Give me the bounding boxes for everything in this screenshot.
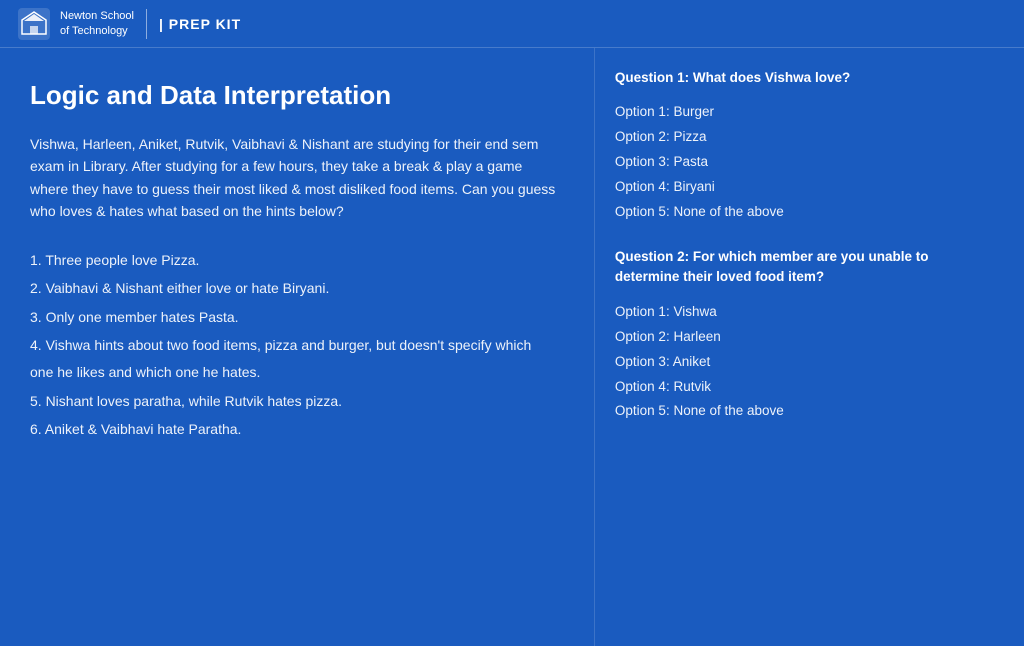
hint-item: 6. Aniket & Vaibhavi hate Paratha. bbox=[30, 416, 558, 443]
question-block-1: Question 1: What does Vishwa love? Option… bbox=[615, 68, 994, 225]
hint-item: 3. Only one member hates Pasta. bbox=[30, 304, 558, 331]
hint-item: 4. Vishwa hints about two food items, pi… bbox=[30, 332, 558, 385]
question-1-option-1[interactable]: Option 1: Burger bbox=[615, 100, 994, 125]
logo-text: Newton School of Technology bbox=[60, 9, 134, 38]
hint-item: 5. Nishant loves paratha, while Rutvik h… bbox=[30, 388, 558, 415]
question-2-option-4[interactable]: Option 4: Rutvik bbox=[615, 375, 994, 400]
question-text-1: Question 1: What does Vishwa love? bbox=[615, 68, 994, 88]
hints-list: 1. Three people love Pizza.2. Vaibhavi &… bbox=[30, 247, 558, 443]
hint-item: 1. Three people love Pizza. bbox=[30, 247, 558, 274]
question-2-option-2[interactable]: Option 2: Harleen bbox=[615, 325, 994, 350]
left-panel: Logic and Data Interpretation Vishwa, Ha… bbox=[0, 48, 594, 646]
header-divider bbox=[146, 9, 147, 39]
prep-kit-label: | PREP KIT bbox=[159, 16, 241, 32]
content-area: Logic and Data Interpretation Vishwa, Ha… bbox=[0, 48, 1024, 646]
question-1-option-2[interactable]: Option 2: Pizza bbox=[615, 125, 994, 150]
logo-area: Newton School of Technology bbox=[18, 8, 134, 40]
page-header: Newton School of Technology | PREP KIT bbox=[0, 0, 1024, 48]
question-1-option-5[interactable]: Option 5: None of the above bbox=[615, 200, 994, 225]
question-text-2: Question 2: For which member are you una… bbox=[615, 247, 994, 288]
right-panel: Question 1: What does Vishwa love? Option… bbox=[594, 48, 1024, 646]
question-1-option-3[interactable]: Option 3: Pasta bbox=[615, 150, 994, 175]
page-title: Logic and Data Interpretation bbox=[30, 80, 558, 111]
question-2-option-1[interactable]: Option 1: Vishwa bbox=[615, 300, 994, 325]
hint-item: 2. Vaibhavi & Nishant either love or hat… bbox=[30, 275, 558, 302]
question-2-option-5[interactable]: Option 5: None of the above bbox=[615, 399, 994, 424]
intro-text: Vishwa, Harleen, Aniket, Rutvik, Vaibhav… bbox=[30, 133, 558, 223]
question-1-option-4[interactable]: Option 4: Biryani bbox=[615, 175, 994, 200]
question-block-2: Question 2: For which member are you una… bbox=[615, 247, 994, 424]
school-logo-icon bbox=[18, 8, 50, 40]
question-2-option-3[interactable]: Option 3: Aniket bbox=[615, 350, 994, 375]
